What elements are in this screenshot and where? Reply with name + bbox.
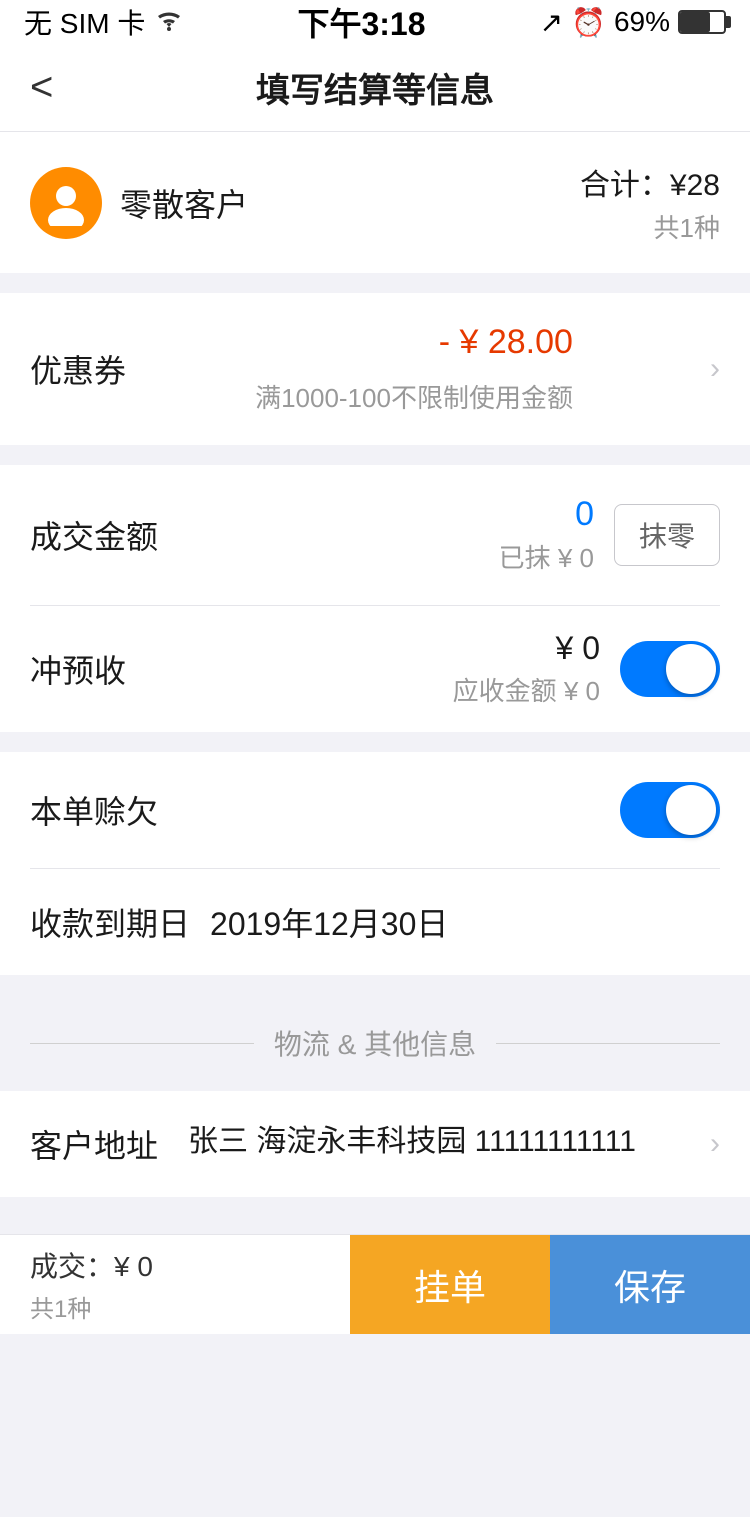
transaction-right: 0 已抹 ¥ 0 抹零 — [499, 495, 720, 575]
debt-section: 本单赊欠 收款到期日 2019年12月30日 — [0, 752, 750, 975]
prepay-label: 冲预收 — [30, 646, 126, 692]
prepay-sub: 应收金额 ¥ 0 — [453, 671, 600, 708]
status-left: 无 SIM 卡 — [24, 2, 183, 42]
customer-row: 零散客户 合计：¥28 共1种 — [0, 132, 750, 273]
person-icon — [43, 180, 89, 226]
due-date-value[interactable]: 2019年12月30日 — [210, 899, 448, 945]
prepay-value: ¥ 0 — [556, 630, 600, 667]
date-row: 收款到期日 2019年12月30日 — [0, 869, 750, 975]
transaction-section: 成交金额 0 已抹 ¥ 0 抹零 冲预收 ¥ 0 应收金额 ¥ 0 — [0, 465, 750, 732]
logistics-label: 物流 & 其他信息 — [254, 1023, 496, 1063]
back-button[interactable]: < — [30, 65, 53, 110]
address-row[interactable]: 客户地址 张三 海淀永丰科技园 11111111111 › — [0, 1091, 750, 1197]
nav-bar: < 填写结算等信息 — [0, 44, 750, 132]
hold-button-label: 挂单 — [414, 1259, 486, 1311]
bottom-info: 成交：¥ 0 共1种 — [0, 1235, 350, 1334]
coupon-right: - ¥ 28.00 满1000-100不限制使用金额 — [255, 323, 573, 415]
transaction-value[interactable]: 0 — [575, 495, 594, 534]
status-time: 下午3:18 — [297, 0, 425, 45]
transaction-sub: 已抹 ¥ 0 — [499, 538, 594, 575]
save-button[interactable]: 保存 — [550, 1235, 750, 1334]
save-button-label: 保存 — [614, 1259, 686, 1311]
deal-value: ¥ 0 — [114, 1251, 153, 1282]
address-section: 客户地址 张三 海淀永丰科技园 11111111111 › — [0, 1091, 750, 1197]
due-date-label: 收款到期日 — [30, 899, 190, 945]
customer-section: 零散客户 合计：¥28 共1种 — [0, 132, 750, 273]
wifi-icon — [155, 6, 183, 38]
customer-name: 零散客户 — [120, 180, 248, 226]
address-value: 张三 海淀永丰科技园 11111111111 — [188, 1121, 636, 1163]
debt-toggle-knob — [666, 785, 716, 835]
bottom-deal-row: 成交：¥ 0 — [30, 1245, 320, 1285]
status-bar: 无 SIM 卡 下午3:18 ↗ ⏰ 69% — [0, 0, 750, 44]
deal-label: 成交： — [30, 1251, 114, 1282]
debt-toggle[interactable] — [620, 782, 720, 838]
hold-button[interactable]: 挂单 — [350, 1235, 550, 1334]
debt-label: 本单赊欠 — [30, 787, 158, 833]
amount-input-area: 0 已抹 ¥ 0 — [499, 495, 594, 575]
transaction-label: 成交金额 — [30, 512, 158, 558]
customer-left: 零散客户 — [30, 167, 248, 239]
bottom-count: 共1种 — [30, 1289, 320, 1324]
coupon-label: 优惠券 — [30, 346, 126, 392]
prepay-row: 冲预收 ¥ 0 应收金额 ¥ 0 — [0, 606, 750, 732]
address-left: 客户地址 张三 海淀永丰科技园 11111111111 — [30, 1121, 636, 1167]
logistics-header: 物流 & 其他信息 — [0, 995, 750, 1091]
address-label: 客户地址 — [30, 1121, 158, 1167]
coupon-desc: 满1000-100不限制使用金额 — [255, 378, 573, 415]
status-right: ↗ ⏰ 69% — [540, 6, 726, 39]
avatar — [30, 167, 102, 239]
round-button[interactable]: 抹零 — [614, 504, 720, 566]
bottom-bar: 成交：¥ 0 共1种 挂单 保存 — [0, 1234, 750, 1334]
debt-row: 本单赊欠 — [0, 752, 750, 868]
page-title: 填写结算等信息 — [256, 63, 494, 112]
customer-total: 合计：¥28 — [580, 160, 720, 204]
coupon-discount: - ¥ 28.00 — [439, 323, 573, 362]
location-icon: ↗ — [540, 6, 563, 39]
prepay-values: ¥ 0 应收金额 ¥ 0 — [453, 630, 600, 708]
alarm-icon: ⏰ — [571, 6, 606, 39]
battery-percent: 69% — [614, 6, 670, 38]
coupon-row[interactable]: 优惠券 - ¥ 28.00 满1000-100不限制使用金额 › — [0, 293, 750, 445]
address-chevron-icon: › — [710, 1127, 720, 1161]
customer-right: 合计：¥28 共1种 — [580, 160, 720, 245]
coupon-section: 优惠券 - ¥ 28.00 满1000-100不限制使用金额 › — [0, 293, 750, 445]
carrier-text: 无 SIM 卡 — [24, 2, 145, 42]
prepay-right: ¥ 0 应收金额 ¥ 0 — [453, 630, 720, 708]
prepay-toggle[interactable] — [620, 641, 720, 697]
transaction-row: 成交金额 0 已抹 ¥ 0 抹零 — [0, 465, 750, 605]
customer-count: 共1种 — [580, 208, 720, 245]
battery-icon — [678, 10, 726, 34]
toggle-knob — [666, 644, 716, 694]
chevron-right-icon: › — [710, 352, 720, 386]
